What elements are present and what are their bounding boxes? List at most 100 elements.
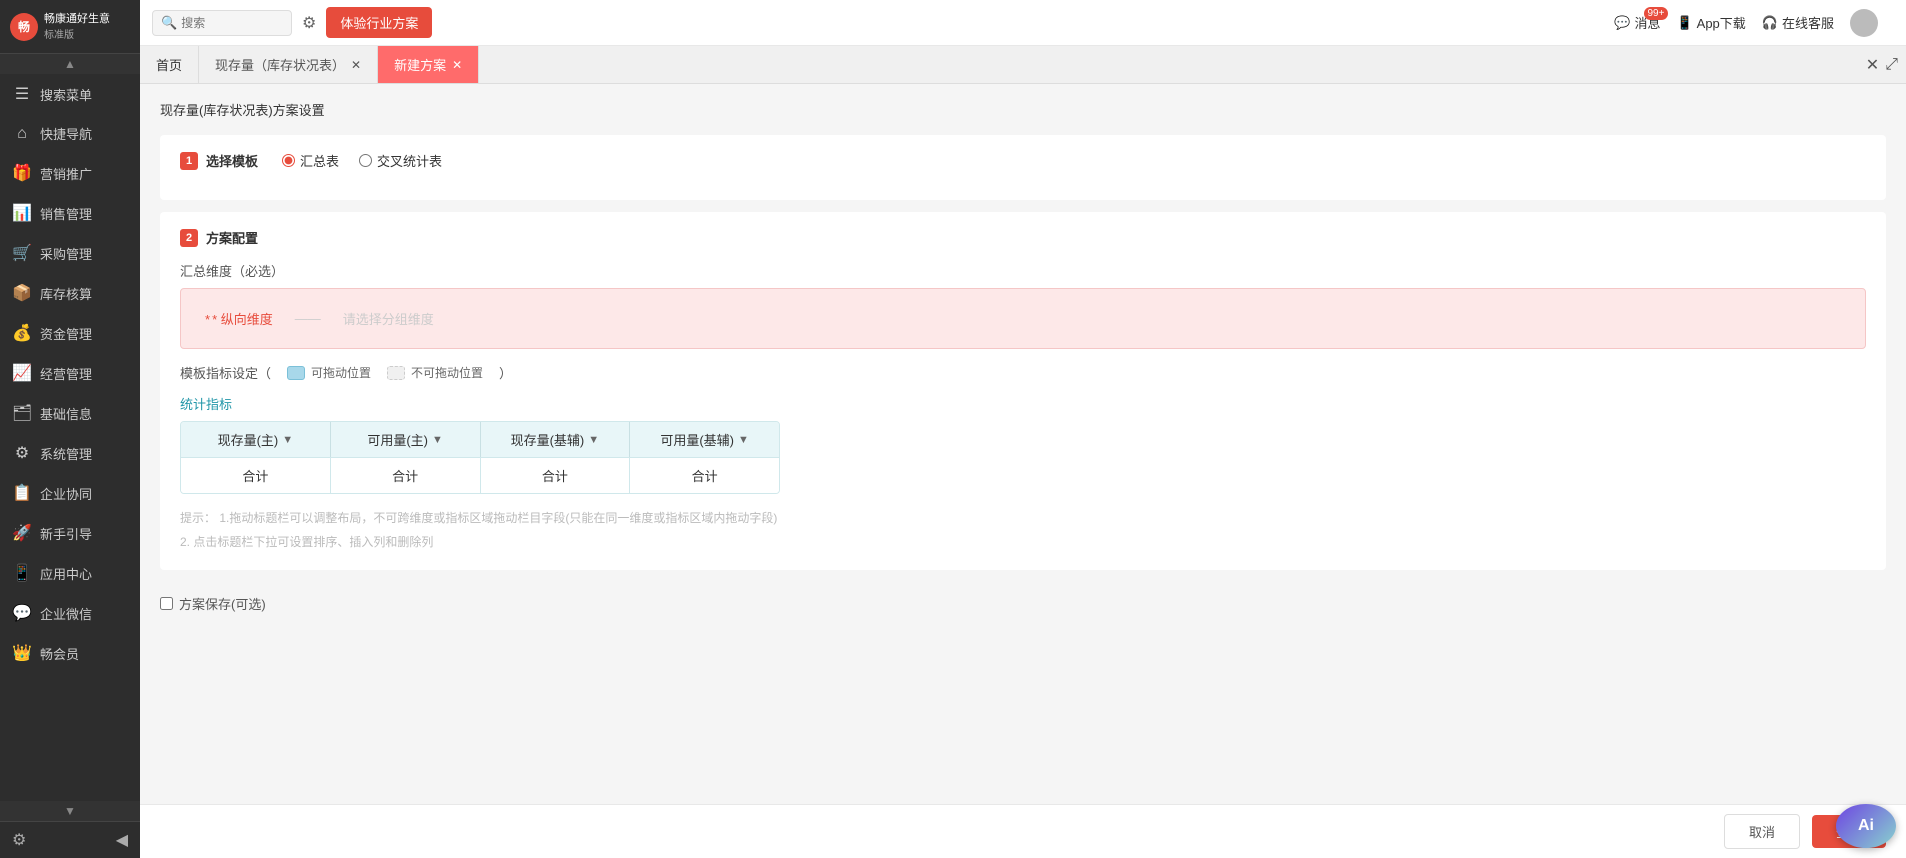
sidebar-item-system[interactable]: ⚙ 系统管理 [0, 433, 140, 473]
tab-new-scheme-close[interactable]: ✕ [452, 58, 462, 72]
aggregate-label: 汇总维度（必选） [180, 261, 1866, 280]
tab-home[interactable]: 首页 [140, 46, 199, 83]
online-service-btn[interactable]: 🎧 在线客服 [1762, 13, 1834, 32]
tab-inventory-close[interactable]: ✕ [351, 58, 361, 72]
sidebar-item-label: 搜索菜单 [40, 85, 92, 104]
sidebar-item-sales[interactable]: 📊 销售管理 [0, 193, 140, 233]
radio-cross-label: 交叉统计表 [377, 151, 442, 170]
sidebar-item-marketing[interactable]: 🎁 营销推广 [0, 153, 140, 193]
radio-cross-input[interactable] [359, 154, 372, 167]
step2-badge: 2 [180, 229, 198, 247]
draggable-label: 可拖动位置 [311, 364, 371, 381]
section-step1: 1 选择模板 汇总表 交叉统计表 [160, 135, 1886, 200]
sidebar-logo: 畅 畅康通好生意 标准版 [0, 0, 140, 54]
template-close-paren: ） [499, 363, 512, 382]
sidebar-item-purchase[interactable]: 🛒 采购管理 [0, 233, 140, 273]
section-step2: 2 方案配置 汇总维度（必选） ** 纵向维度 —— 请选择分组维度 模板指标设… [160, 212, 1886, 570]
sidebar-item-label: 畅会员 [40, 644, 79, 663]
stats-cell-0: 合计 [181, 458, 331, 493]
save-option-label: 方案保存(可选) [179, 594, 266, 613]
tab-inventory-label: 现存量（库存状况表） [215, 55, 345, 74]
sidebar-item-member[interactable]: 👑 畅会员 [0, 633, 140, 673]
vertical-label: ** 纵向维度 [205, 309, 273, 328]
radio-cross[interactable]: 交叉统计表 [359, 151, 442, 170]
save-checkbox[interactable] [160, 597, 173, 610]
sidebar-item-label: 经营管理 [40, 364, 92, 383]
chart-icon: 📊 [12, 203, 32, 223]
tab-inventory-status[interactable]: 现存量（库存状况表） ✕ [199, 46, 378, 83]
stats-cell-3: 合计 [630, 458, 779, 493]
app-center-icon: 📱 [12, 563, 32, 583]
tab-close-action[interactable]: ✕ [1866, 55, 1879, 75]
tab-actions: ✕ ⤢ [1852, 55, 1906, 75]
stats-col-0-chevron[interactable]: ▼ [282, 434, 293, 446]
wechat-icon: 💬 [12, 603, 32, 623]
stats-col-3-chevron[interactable]: ▼ [738, 434, 749, 446]
gear-icon[interactable]: ⚙ [302, 13, 316, 33]
sidebar-item-label: 应用中心 [40, 564, 92, 583]
cancel-button[interactable]: 取消 [1724, 814, 1800, 849]
tab-new-scheme-label: 新建方案 [394, 55, 446, 74]
sidebar-item-label: 库存核算 [40, 284, 92, 303]
sidebar-item-label: 销售管理 [40, 204, 92, 223]
tip1: 1.拖动标题栏可以调整布局，不可跨维度或指标区域拖动栏目字段(只能在同一维度或指… [219, 511, 777, 525]
stats-table-header: 现存量(主) ▼ 可用量(主) ▼ 现存量(基辅) ▼ 可用量(基辅) ▼ [181, 422, 779, 457]
required-star: * [205, 312, 210, 327]
message-btn[interactable]: 💬 消息 99+ [1614, 13, 1660, 32]
warn-box-row: ** 纵向维度 —— 请选择分组维度 [205, 309, 1841, 328]
app-edition: 标准版 [44, 26, 110, 41]
sidebar-scroll-down[interactable]: ▼ [0, 801, 140, 821]
settings-icon[interactable]: ⚙ [12, 830, 26, 850]
app-download-btn[interactable]: 📱 App下载 [1676, 13, 1745, 32]
step1-header: 1 选择模板 汇总表 交叉统计表 [180, 151, 1866, 170]
ai-button[interactable]: Ai [1836, 804, 1896, 848]
sidebar-item-finance[interactable]: 💰 资金管理 [0, 313, 140, 353]
sidebar-item-basic-info[interactable]: 🗂 基础信息 [0, 393, 140, 433]
search-input[interactable] [181, 16, 281, 30]
sidebar-item-quick-nav[interactable]: ⌂ 快捷导航 [0, 114, 140, 153]
sidebar-item-operation[interactable]: 📈 经营管理 [0, 353, 140, 393]
sidebar-item-wechat[interactable]: 💬 企业微信 [0, 593, 140, 633]
industry-btn[interactable]: 体验行业方案 [326, 7, 432, 38]
sidebar-item-search-menu[interactable]: ☰ 搜索菜单 [0, 74, 140, 114]
radio-summary[interactable]: 汇总表 [282, 151, 339, 170]
service-label: 在线客服 [1782, 13, 1834, 32]
message-badge: 99+ [1644, 7, 1669, 20]
sidebar-item-inventory[interactable]: 📦 库存核算 [0, 273, 140, 313]
message-icon: 💬 [1614, 15, 1630, 31]
step2-header: 2 方案配置 [180, 228, 1866, 247]
guide-icon: 🚀 [12, 523, 32, 543]
box-icon: 📦 [12, 283, 32, 303]
sidebar-item-label: 企业微信 [40, 604, 92, 623]
topbar: 🔍 ⚙ 体验行业方案 💬 消息 99+ 📱 App下载 🎧 在线客服 [140, 0, 1906, 46]
non-draggable-box [387, 366, 405, 380]
tab-new-scheme[interactable]: 新建方案 ✕ [378, 46, 479, 83]
sidebar-item-label: 采购管理 [40, 244, 92, 263]
tab-bar: 首页 现存量（库存状况表） ✕ 新建方案 ✕ ✕ ⤢ [140, 46, 1906, 84]
radio-summary-input[interactable] [282, 154, 295, 167]
sidebar-scroll-up[interactable]: ▲ [0, 54, 140, 74]
sidebar-item-app-center[interactable]: 📱 应用中心 [0, 553, 140, 593]
collapse-icon[interactable]: ◀ [116, 830, 128, 850]
stats-col-2-chevron[interactable]: ▼ [588, 434, 599, 446]
non-draggable-label: 不可拖动位置 [411, 364, 483, 381]
template-settings-label: 模板指标设定（ [180, 363, 271, 382]
tab-expand-action[interactable]: ⤢ [1885, 56, 1898, 74]
search-icon: 🔍 [161, 15, 177, 31]
sidebar-item-enterprise[interactable]: 📋 企业协同 [0, 473, 140, 513]
search-box[interactable]: 🔍 [152, 10, 292, 36]
user-avatar[interactable] [1850, 9, 1878, 37]
warn-box: ** 纵向维度 —— 请选择分组维度 [180, 288, 1866, 349]
gift-icon: 🎁 [12, 163, 32, 183]
step1-badge: 1 [180, 152, 198, 170]
stats-cell-3-value: 合计 [692, 466, 718, 485]
stats-cell-2-value: 合计 [542, 466, 568, 485]
step2-title: 方案配置 [206, 228, 258, 247]
save-option: 方案保存(可选) [160, 582, 1886, 625]
sidebar-item-guide[interactable]: 🚀 新手引导 [0, 513, 140, 553]
stats-col-1-chevron[interactable]: ▼ [432, 434, 443, 446]
cart-icon: 🛒 [12, 243, 32, 263]
headset-icon: 🎧 [1762, 15, 1778, 31]
sidebar-footer: ⚙ ◀ [0, 821, 140, 858]
tips-section: 提示： 1.拖动标题栏可以调整布局，不可跨维度或指标区域拖动栏目字段(只能在同一… [180, 506, 1866, 554]
